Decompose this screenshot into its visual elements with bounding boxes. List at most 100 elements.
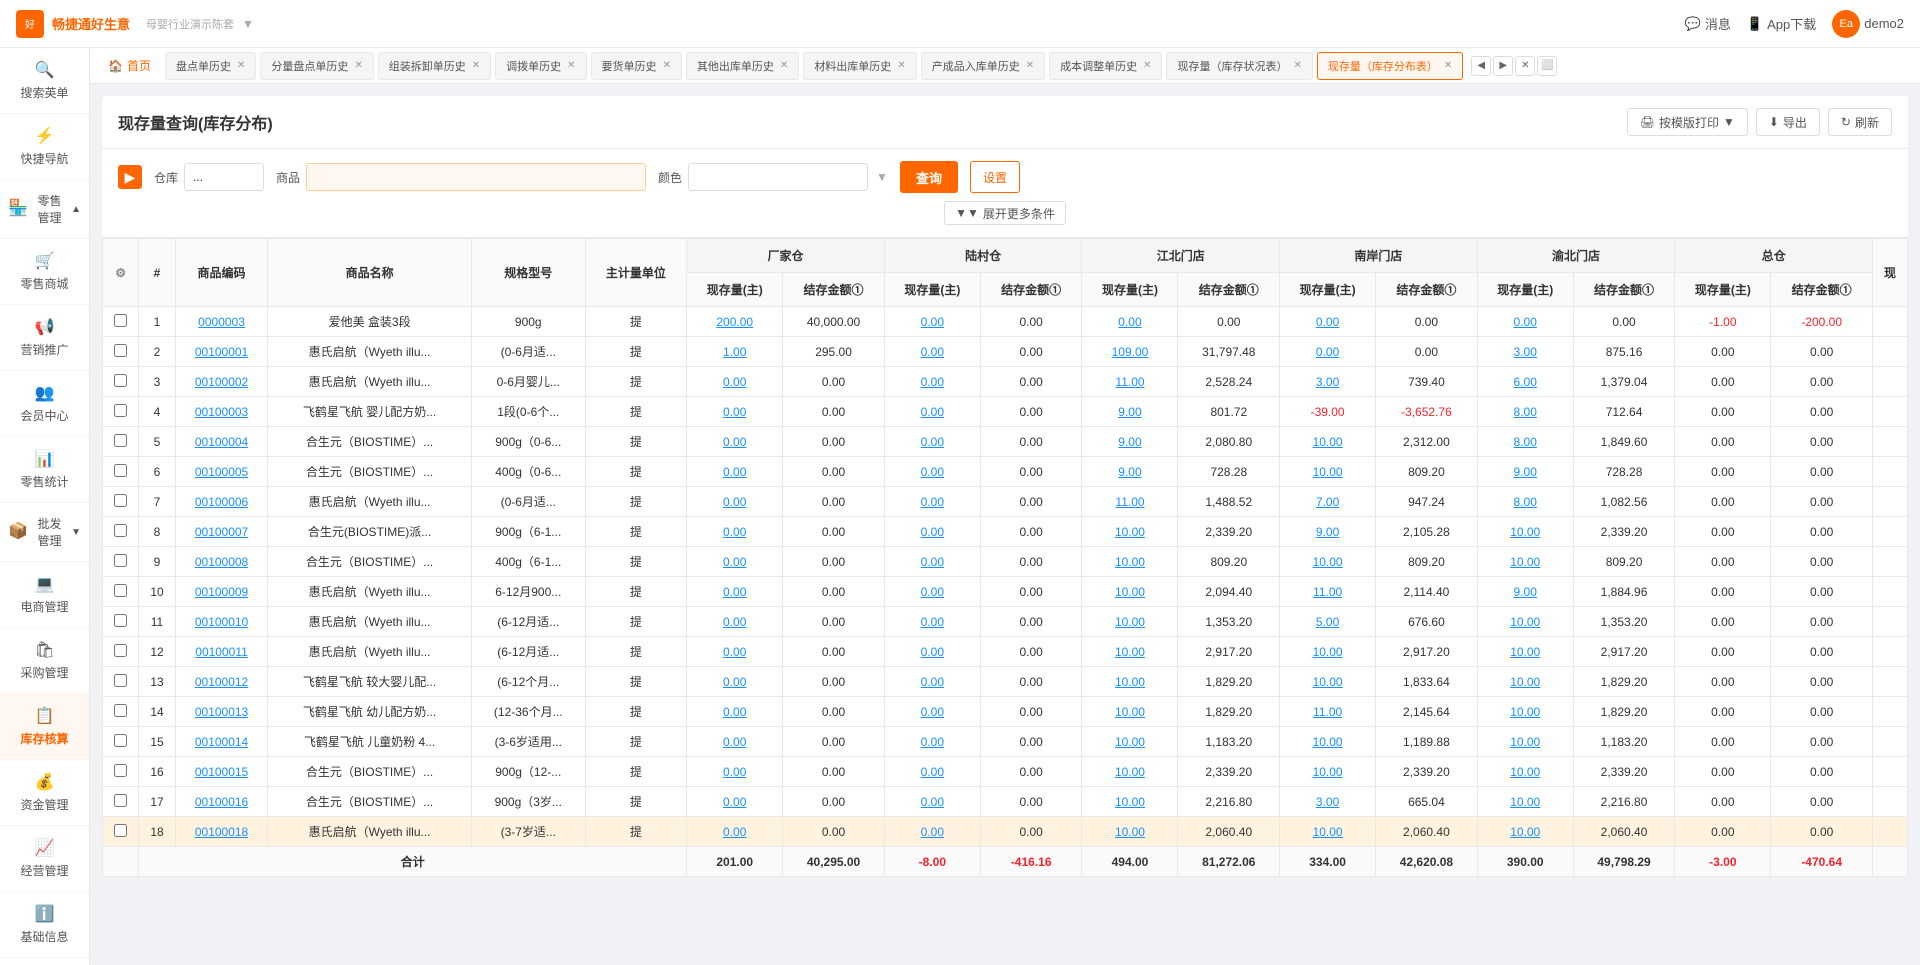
factory-qty-link[interactable]: 0.00 [723,645,746,659]
tab-next-btn[interactable]: ▶ [1493,56,1513,76]
setting-btn[interactable]: 设置 [970,161,1020,193]
na-qty-link[interactable]: 0.00 [1316,345,1339,359]
code-link[interactable]: 00100009 [195,585,248,599]
tab-close-btn[interactable]: ✕ [1515,56,1535,76]
yb-qty-link[interactable]: 10.00 [1510,795,1540,809]
sidebar-item-retail-store[interactable]: 🛒 零售商城 [0,239,89,305]
factory-qty-link[interactable]: 1.00 [723,345,746,359]
export-btn[interactable]: ⬇ 导出 [1756,108,1820,136]
cell-checkbox[interactable] [103,427,139,457]
row-checkbox[interactable] [114,344,127,357]
product-input[interactable]: babycare孕妇待产包 春季入院全套母子组合孕妇产后冬季月子用品 22件套 … [306,163,646,191]
factory-qty-link[interactable]: 0.00 [723,765,746,779]
industry-dropdown-icon[interactable]: ▼ [242,17,254,31]
cell-checkbox[interactable] [103,457,139,487]
app-download-btn[interactable]: 📱 App下载 [1747,14,1816,33]
sidebar-item-shortcut[interactable]: ⚡ 快捷导航 [0,114,89,180]
tab-sub-stocktake[interactable]: 分量盘点单历史 ✕ [260,52,373,80]
na-qty-link[interactable]: 3.00 [1316,375,1339,389]
close-icon[interactable]: ✕ [1143,60,1151,71]
cell-checkbox[interactable] [103,487,139,517]
sidebar-item-search[interactable]: 🔍 搜索英单 [0,48,89,114]
row-checkbox[interactable] [114,374,127,387]
factory-qty-link[interactable]: 0.00 [723,405,746,419]
tab-material-out[interactable]: 材料出库单历史 ✕ [803,52,916,80]
yb-qty-link[interactable]: 10.00 [1510,525,1540,539]
warehouse-input[interactable] [184,163,264,191]
lc-qty-link[interactable]: 0.00 [921,435,944,449]
yb-qty-link[interactable]: 10.00 [1510,555,1540,569]
na-qty-link[interactable]: 10.00 [1313,435,1343,449]
yb-qty-link[interactable]: 8.00 [1514,495,1537,509]
cell-checkbox[interactable] [103,307,139,337]
yb-qty-link[interactable]: 3.00 [1514,345,1537,359]
code-link[interactable]: 00100002 [195,375,248,389]
tab-combo-split[interactable]: 组装拆卸单历史 ✕ [378,52,491,80]
tab-home[interactable]: 🏠 首页 [98,52,161,80]
yb-qty-link[interactable]: 9.00 [1514,585,1537,599]
sidebar-item-purchase[interactable]: 🛍 采购管理 [0,628,89,694]
jb-qty-link[interactable]: 10.00 [1115,765,1145,779]
jb-qty-link[interactable]: 11.00 [1115,375,1144,389]
jb-qty-link[interactable]: 11.00 [1115,495,1144,509]
jb-qty-link[interactable]: 10.00 [1115,615,1145,629]
cell-checkbox[interactable] [103,397,139,427]
factory-qty-link[interactable]: 0.00 [723,495,746,509]
code-link[interactable]: 00100012 [195,675,248,689]
lc-qty-link[interactable]: 0.00 [921,645,944,659]
print-btn[interactable]: 🖨 按模版打印 ▼ [1627,108,1748,136]
row-checkbox[interactable] [114,494,127,507]
na-qty-link[interactable]: 10.00 [1313,765,1343,779]
close-icon[interactable]: ✕ [567,60,575,71]
code-link[interactable]: 00100016 [195,795,248,809]
sidebar-item-system[interactable]: ⚙️ 系统管理 [0,958,89,965]
sidebar-item-member[interactable]: 👥 会员中心 [0,371,89,437]
na-qty-link[interactable]: 10.00 [1313,645,1343,659]
row-checkbox[interactable] [114,704,127,717]
color-dropdown-icon[interactable]: ▼ [876,170,888,184]
cell-checkbox[interactable] [103,337,139,367]
tab-purchase-order[interactable]: 要货单历史 ✕ [591,52,682,80]
na-qty-link[interactable]: 10.00 [1313,735,1343,749]
code-link[interactable]: 00100007 [195,525,248,539]
yb-qty-link[interactable]: 10.00 [1510,765,1540,779]
yb-qty-link[interactable]: 10.00 [1510,705,1540,719]
sidebar-item-ecommerce[interactable]: 💻 电商管理 [0,562,89,628]
factory-qty-link[interactable]: 0.00 [723,555,746,569]
row-checkbox[interactable] [114,554,127,567]
na-qty-link[interactable]: 11.00 [1313,585,1342,599]
na-qty-link[interactable]: 11.00 [1313,705,1342,719]
lc-qty-link[interactable]: 0.00 [921,825,944,839]
factory-qty-link[interactable]: 0.00 [723,675,746,689]
na-qty-link[interactable]: 10.00 [1313,465,1343,479]
jb-qty-link[interactable]: 10.00 [1115,795,1145,809]
factory-qty-link[interactable]: 0.00 [723,705,746,719]
factory-qty-link[interactable]: 200.00 [716,315,753,329]
jb-qty-link[interactable]: 10.00 [1115,705,1145,719]
na-qty-link[interactable]: 3.00 [1316,795,1339,809]
code-link[interactable]: 00100005 [195,465,248,479]
yb-qty-link[interactable]: 10.00 [1510,825,1540,839]
lc-qty-link[interactable]: 0.00 [921,795,944,809]
na-qty-link[interactable]: -39.00 [1311,405,1345,419]
row-checkbox[interactable] [114,584,127,597]
sidebar-item-operations[interactable]: 📈 经营管理 [0,826,89,892]
user-area[interactable]: Ea demo2 [1832,10,1904,38]
lc-qty-link[interactable]: 0.00 [921,465,944,479]
yb-qty-link[interactable]: 10.00 [1510,735,1540,749]
lc-qty-link[interactable]: 0.00 [921,765,944,779]
tab-stock-dist[interactable]: 现存量（库存分布表） ✕ [1317,52,1463,80]
na-qty-link[interactable]: 0.00 [1316,315,1339,329]
jb-qty-link[interactable]: 10.00 [1115,675,1145,689]
code-link[interactable]: 00100008 [195,555,248,569]
code-link[interactable]: 00100010 [195,615,248,629]
row-checkbox[interactable] [114,434,127,447]
sidebar-item-wholesale[interactable]: 📦 批发管理 ▼ [0,503,89,562]
close-icon[interactable]: ✕ [472,60,480,71]
row-checkbox[interactable] [114,734,127,747]
na-qty-link[interactable]: 5.00 [1316,615,1339,629]
lc-qty-link[interactable]: 0.00 [921,735,944,749]
code-link[interactable]: 00100011 [195,645,248,659]
factory-qty-link[interactable]: 0.00 [723,825,746,839]
sidebar-item-retail-stats[interactable]: 📊 零售统计 [0,437,89,503]
